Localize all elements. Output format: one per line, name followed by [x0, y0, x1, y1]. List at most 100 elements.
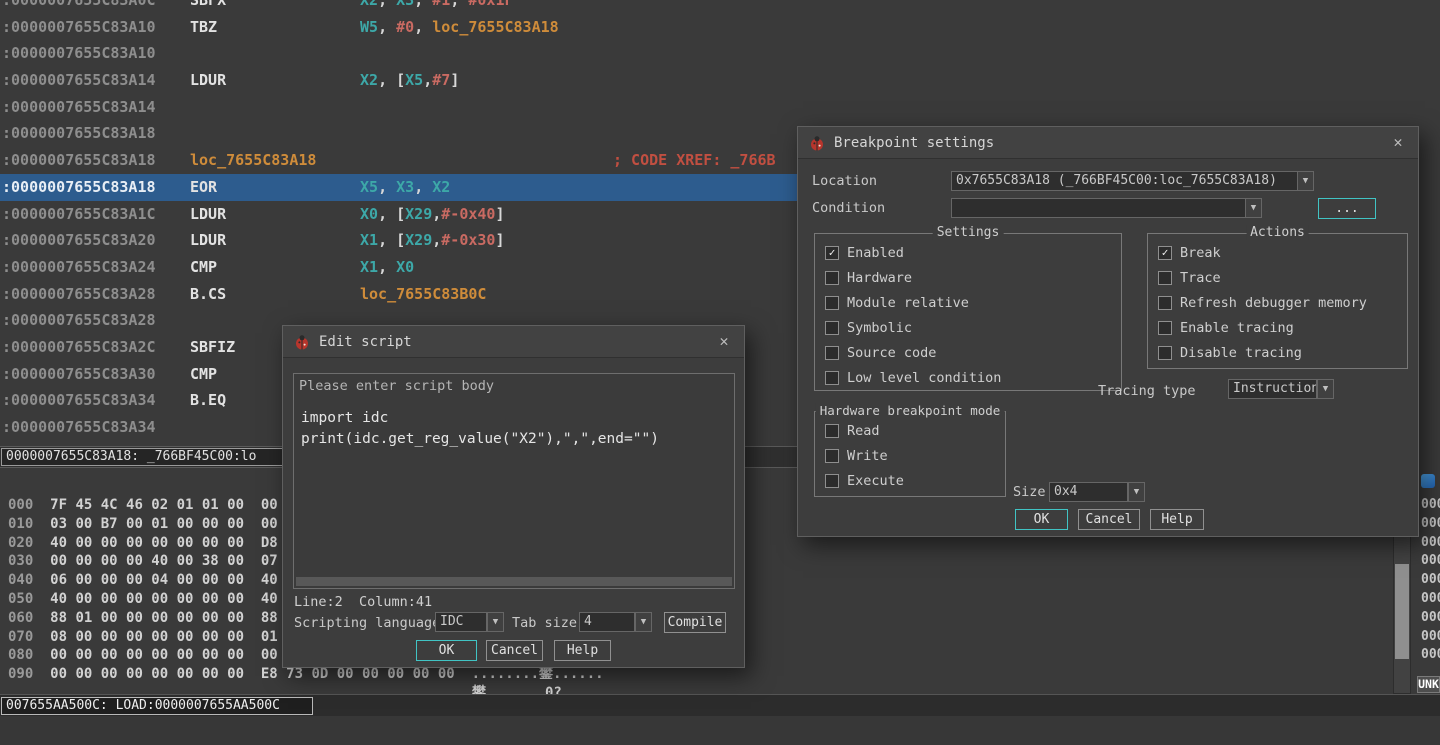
scripting-language-arrow[interactable]: ▼ [487, 612, 504, 632]
checkbox-row: Refresh debugger memory [1158, 292, 1438, 317]
checkbox-symbolic[interactable] [825, 321, 839, 335]
disasm-mnemonic: EOR [190, 174, 217, 201]
hex-bytes: 00 00 00 00 00 00 00 00 00 [33, 647, 277, 663]
checkbox-label: Hardware [847, 270, 912, 286]
close-icon[interactable]: ✕ [1388, 133, 1408, 151]
hex-bytes: 08 00 00 00 00 00 00 00 01 [33, 629, 277, 645]
script-line: print(idc.get_reg_value("X2"),",",end=""… [301, 431, 659, 447]
checkbox-refresh-debugger-memory[interactable] [1158, 296, 1172, 310]
cancel-button[interactable]: Cancel [486, 640, 543, 661]
disasm-address: :0000007655C83A2C [2, 334, 156, 361]
operand-segment: #1 [432, 0, 450, 9]
ida-icon [294, 334, 310, 350]
disasm-mnemonic: LDUR [190, 201, 226, 228]
disasm-line[interactable]: :0000007655C83A10 [0, 40, 1440, 67]
h-scrollbar[interactable] [296, 577, 732, 586]
checkbox-source-code[interactable] [825, 346, 839, 360]
disasm-comment: ; CODE XREF: _766B [613, 147, 776, 174]
tracing-type-arrow[interactable]: ▼ [1317, 379, 1334, 399]
operand-segment: , [414, 178, 432, 196]
scripting-language-label: Scripting language [294, 615, 440, 631]
help-button[interactable]: Help [554, 640, 611, 661]
disasm-address: :0000007655C83A34 [2, 414, 156, 441]
condition-dropdown-arrow[interactable]: ▼ [1245, 198, 1262, 218]
tab-size-arrow[interactable]: ▼ [635, 612, 652, 632]
ok-button[interactable]: OK [1015, 509, 1068, 530]
checkbox-enabled[interactable]: ✓ [825, 246, 839, 260]
disasm-mnemonic: B.EQ [190, 387, 226, 414]
disasm-line[interactable]: :0000007655C83A14LDURX2, [X5,#7] [0, 67, 1440, 94]
hex-address: 090 [8, 666, 33, 682]
disasm-address: :0000007655C83A10 [2, 40, 156, 67]
breakpoint-settings-dialog: Breakpoint settings ✕ Location 0x7655C83… [797, 126, 1419, 537]
operand-segment: X29 [405, 205, 432, 223]
size-select[interactable]: 0x4 [1049, 482, 1128, 502]
disasm-line[interactable]: :0000007655C83A10TBZW5, #0, loc_7655C83A… [0, 14, 1440, 41]
disasm-mnemonic: CMP [190, 361, 217, 388]
checkbox-label: Module relative [847, 295, 969, 311]
disasm-address: :0000007655C83A10 [2, 14, 156, 41]
operand-segment: X5 [360, 178, 378, 196]
checkbox-disable-tracing[interactable] [1158, 346, 1172, 360]
operand-segment: , [ [378, 205, 405, 223]
operand-segment: X5 [405, 71, 423, 89]
checkbox-write[interactable] [825, 449, 839, 463]
disasm-address: :0000007655C83A14 [2, 67, 156, 94]
operand-segment: ] [495, 231, 504, 249]
checkbox-execute[interactable] [825, 474, 839, 488]
disasm-address: :0000007655C83A34 [2, 387, 156, 414]
scripting-language-select[interactable]: IDC [435, 612, 487, 632]
disasm-line[interactable]: :0000007655C83A18EORX5, X3, X2 [0, 174, 797, 201]
operand-segment: , [378, 18, 396, 36]
disasm-operands: X2, [X5,#7] [360, 67, 459, 94]
operand-segment: X1 [360, 231, 378, 249]
hardware-mode-group-title: Hardware breakpoint mode [816, 403, 1005, 418]
disasm-mnemonic: LDUR [190, 227, 226, 254]
checkbox-break[interactable]: ✓ [1158, 246, 1172, 260]
bottom-panel [0, 716, 1440, 745]
close-icon[interactable]: ✕ [714, 332, 734, 350]
operand-segment: #0 [396, 18, 414, 36]
disasm-mnemonic: SBFIZ [190, 334, 235, 361]
operand-segment: X29 [405, 231, 432, 249]
checkbox-enable-tracing[interactable] [1158, 321, 1172, 335]
checkbox-module-relative[interactable] [825, 296, 839, 310]
dialog-titlebar[interactable]: Edit script ✕ [283, 326, 744, 358]
condition-combobox[interactable] [951, 198, 1246, 218]
disasm-address: :0000007655C83A18 [2, 120, 156, 147]
scrollbar-thumb[interactable] [1395, 564, 1409, 659]
checkbox-row: Trace [1158, 267, 1438, 292]
tracing-type-select[interactable]: Instructions [1228, 379, 1317, 399]
checkbox-row: ✓Break [1158, 242, 1438, 267]
operand-segment: X3 [396, 0, 414, 9]
location-combobox[interactable]: 0x7655C83A18 (_766BF45C00:loc_7655C83A18… [951, 171, 1298, 191]
help-button[interactable]: Help [1150, 509, 1204, 530]
tab-size-select[interactable]: 4 [579, 612, 635, 632]
disasm-line[interactable]: :0000007655C83A0CSBFXX2, X3, #1, #0x1F [0, 0, 1440, 14]
checkbox-trace[interactable] [1158, 271, 1172, 285]
disasm-line[interactable]: :0000007655C83A14 [0, 94, 1440, 121]
compile-button[interactable]: Compile [664, 612, 726, 633]
checkbox-hardware[interactable] [825, 271, 839, 285]
location-dropdown-arrow[interactable]: ▼ [1297, 171, 1314, 191]
settings-group-title: Settings [933, 225, 1004, 240]
disasm-mnemonic: CMP [190, 254, 217, 281]
dialog-titlebar[interactable]: Breakpoint settings ✕ [798, 127, 1418, 159]
disasm-operands: X5, X3, X2 [360, 174, 450, 201]
checkbox-low-level-condition[interactable] [825, 371, 839, 385]
condition-more-button[interactable]: ... [1318, 198, 1376, 219]
ida-main-window: :0000007655C83A0CSBFXX2, X3, #1, #0x1F:0… [0, 0, 1440, 745]
script-editor[interactable]: Please enter script body import idc prin… [293, 373, 735, 589]
cancel-button[interactable]: Cancel [1078, 509, 1140, 530]
dialog-title: Edit script [319, 334, 412, 350]
size-arrow[interactable]: ▼ [1128, 482, 1145, 502]
tab-size-label: Tab size [512, 615, 577, 631]
checkbox-read[interactable] [825, 424, 839, 438]
ok-button[interactable]: OK [416, 640, 477, 661]
operand-segment: X3 [396, 178, 414, 196]
hex-bytes: 00 00 00 00 00 00 00 00 E8 73 0D 00 00 0… [33, 666, 603, 682]
operand-segment: , [ [378, 231, 405, 249]
hex-bytes: 7F 45 4C 46 02 01 01 00 00 [33, 497, 277, 513]
hex-address: 020 [8, 535, 33, 551]
status-bar: 007655AA500C: LOAD:0000007655AA500C [0, 694, 1440, 716]
